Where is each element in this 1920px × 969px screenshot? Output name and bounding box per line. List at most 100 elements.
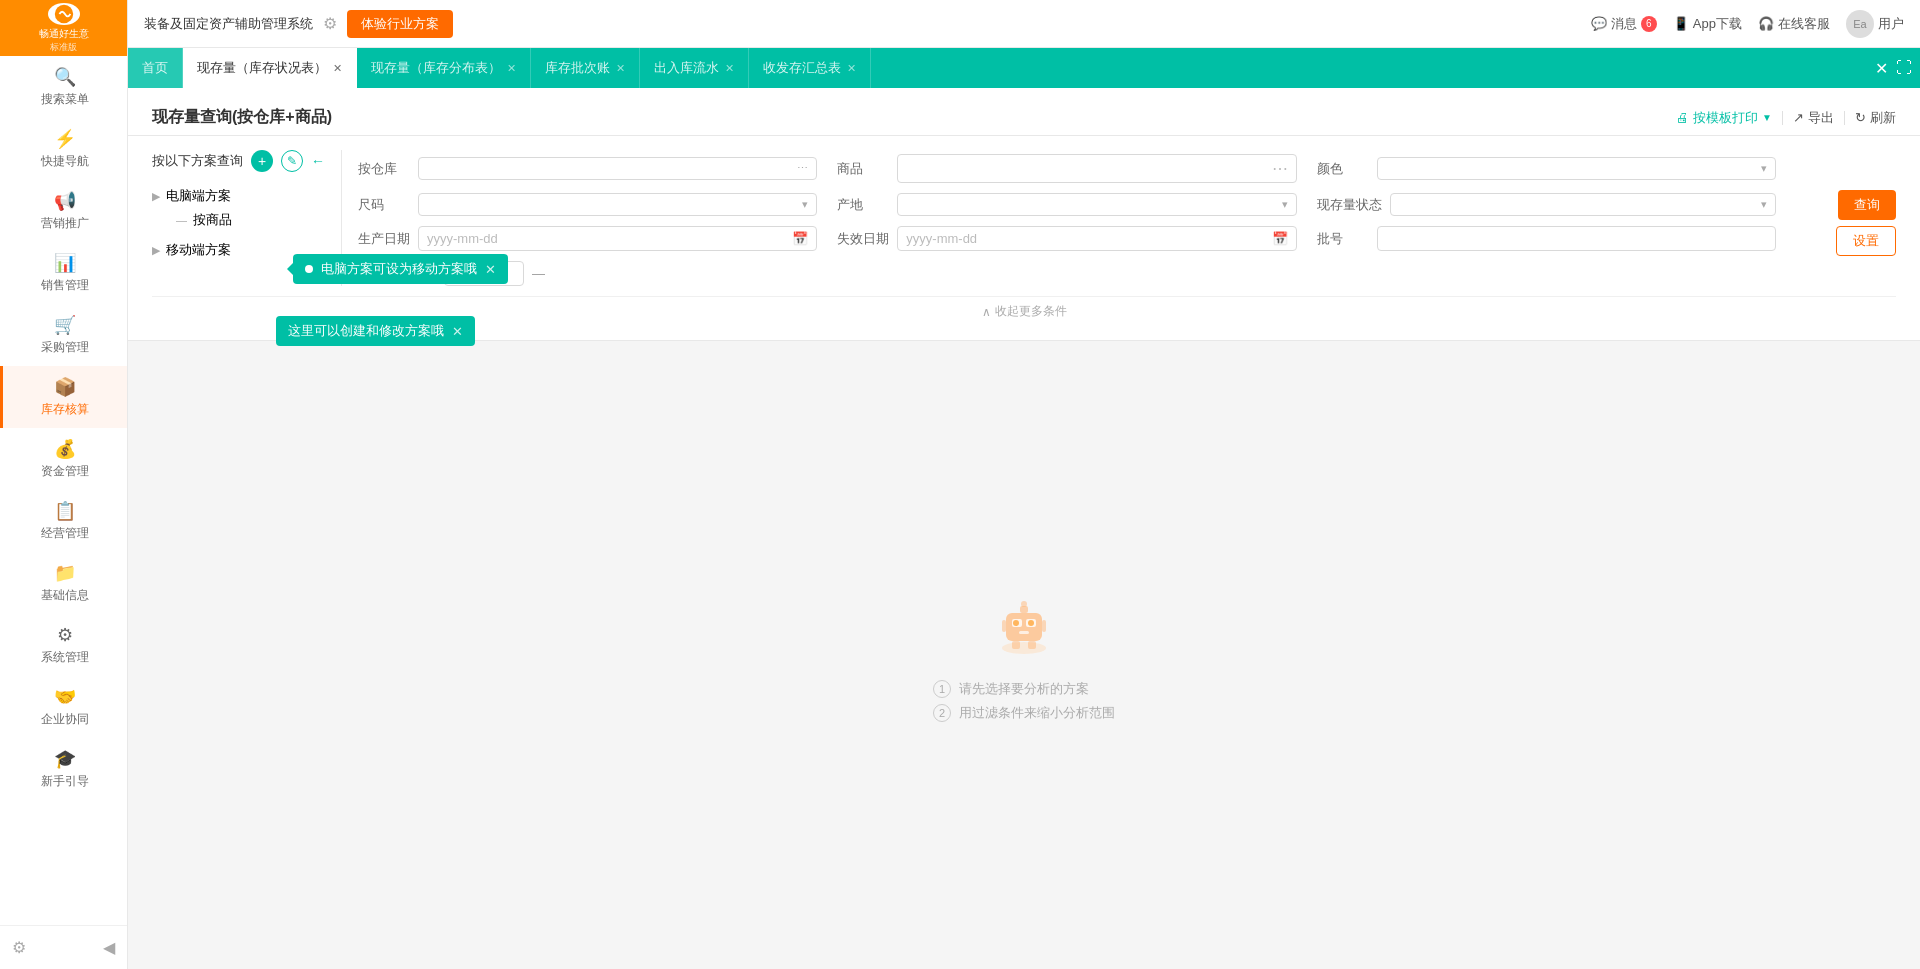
search-button[interactable]: 查询 bbox=[1838, 190, 1896, 220]
filter-row-size: 尺码 ▾ bbox=[358, 193, 817, 216]
svg-point-9 bbox=[1021, 601, 1027, 607]
svg-rect-7 bbox=[1019, 631, 1029, 634]
size-select[interactable]: ▾ bbox=[418, 193, 817, 216]
batch-input[interactable] bbox=[1377, 226, 1776, 251]
sidebar-item-label: 新手引导 bbox=[41, 773, 89, 790]
sidebar-item-guide[interactable]: 🎓 新手引导 bbox=[0, 738, 127, 800]
tab-recv-send[interactable]: 收发存汇总表 ✕ bbox=[749, 48, 871, 88]
online-support-item[interactable]: 🎧 在线客服 bbox=[1758, 15, 1830, 33]
print-icon: 🖨 bbox=[1676, 110, 1689, 125]
avatar-text: Ea bbox=[1853, 18, 1866, 30]
sidebar-item-sales[interactable]: 📊 销售管理 bbox=[0, 242, 127, 304]
tab-inout-flow[interactable]: 出入库流水 ✕ bbox=[640, 48, 749, 88]
collapse-sidebar-icon[interactable]: ◀ bbox=[103, 938, 115, 957]
filter-row-exp-date: 失效日期 yyyy-mm-dd 📅 bbox=[837, 226, 1296, 251]
user-item[interactable]: Ea 用户 bbox=[1846, 10, 1904, 38]
scheme-arrow-icon[interactable]: ← bbox=[311, 153, 325, 169]
refresh-button[interactable]: ↻ 刷新 bbox=[1855, 109, 1896, 127]
guide-icon: 🎓 bbox=[54, 748, 76, 770]
edit-scheme-button[interactable]: ✎ bbox=[281, 150, 303, 172]
tooltip-edit-close[interactable]: ✕ bbox=[452, 324, 463, 339]
stock-status-arrow-icon: ▾ bbox=[1761, 198, 1767, 211]
sidebar-item-search[interactable]: 🔍 搜索菜单 bbox=[0, 56, 127, 118]
tab-stock-status-close[interactable]: ✕ bbox=[333, 62, 342, 75]
tooltip-pc-dot bbox=[305, 265, 313, 273]
svg-rect-2 bbox=[1006, 613, 1042, 641]
basic-icon: 📁 bbox=[54, 562, 76, 584]
tooltip-edit: 这里可以创建和修改方案哦 ✕ bbox=[276, 316, 475, 346]
tip-num-2: 2 bbox=[933, 704, 951, 722]
exp-date-input[interactable]: yyyy-mm-dd 📅 bbox=[897, 226, 1296, 251]
tooltip-pc: 电脑方案可设为移动方案哦 ✕ bbox=[293, 254, 508, 284]
system-icon: ⚙ bbox=[57, 624, 73, 646]
tab-recv-send-close[interactable]: ✕ bbox=[847, 62, 856, 75]
goods-select[interactable]: ⋯ bbox=[897, 154, 1296, 183]
print-button[interactable]: 🖨 按模板打印 ▼ bbox=[1676, 109, 1772, 127]
tab-inout-flow-label: 出入库流水 bbox=[654, 59, 719, 77]
exp-date-placeholder: yyyy-mm-dd bbox=[906, 231, 977, 246]
scheme-mobile-label: 移动端方案 bbox=[166, 241, 231, 259]
scheme-pc-child-label: 按商品 bbox=[193, 211, 232, 229]
app-download-item[interactable]: 📱 App下载 bbox=[1673, 15, 1742, 33]
sidebar-item-marketing[interactable]: 📢 营销推广 bbox=[0, 180, 127, 242]
filter-row-goods: 商品 ⋯ bbox=[837, 154, 1296, 183]
app-download-label: App下载 bbox=[1693, 15, 1742, 33]
tab-home-label: 首页 bbox=[142, 59, 168, 77]
add-scheme-button[interactable]: + bbox=[251, 150, 273, 172]
tab-stock-dist-label: 现存量（库存分布表） bbox=[371, 59, 501, 77]
sidebar-item-basic[interactable]: 📁 基础信息 bbox=[0, 552, 127, 614]
warehouse-select[interactable]: ⋯ bbox=[418, 157, 817, 180]
sidebar-item-system[interactable]: ⚙ 系统管理 bbox=[0, 614, 127, 676]
tabbar-actions: ✕ ⛶ bbox=[1867, 48, 1920, 88]
prod-date-placeholder: yyyy-mm-dd bbox=[427, 231, 498, 246]
scheme-pc-item[interactable]: ▶ 电脑端方案 bbox=[152, 184, 329, 208]
refresh-label: 刷新 bbox=[1870, 109, 1896, 127]
tabbar: 首页 现存量（库存状况表） ✕ 现存量（库存分布表） ✕ 库存批次账 ✕ 出入库… bbox=[128, 48, 1920, 88]
inventory-icon: 📦 bbox=[54, 376, 76, 398]
tab-inout-flow-close[interactable]: ✕ bbox=[725, 62, 734, 75]
operations-icon: 📋 bbox=[54, 500, 76, 522]
tab-close-all-icon[interactable]: ✕ bbox=[1875, 59, 1888, 78]
scheme-tree: ▶ 电脑端方案 — 按商品 ▶ 移动端方案 bbox=[152, 184, 329, 262]
tab-stock-dist-close[interactable]: ✕ bbox=[507, 62, 516, 75]
tab-home[interactable]: 首页 bbox=[128, 48, 183, 88]
scheme-pc-arrow[interactable]: ▶ bbox=[152, 190, 160, 203]
sales-icon: 📊 bbox=[54, 252, 76, 274]
user-label: 用户 bbox=[1878, 15, 1904, 33]
tab-batch-ledger[interactable]: 库存批次账 ✕ bbox=[531, 48, 640, 88]
sidebar-item-purchase[interactable]: 🛒 采购管理 bbox=[0, 304, 127, 366]
empty-illustration bbox=[984, 588, 1064, 668]
export-button[interactable]: ↗ 导出 bbox=[1793, 109, 1834, 127]
origin-select[interactable]: ▾ bbox=[897, 193, 1296, 216]
prod-date-input[interactable]: yyyy-mm-dd 📅 bbox=[418, 226, 817, 251]
tip-text-2: 用过滤条件来缩小分析范围 bbox=[959, 704, 1115, 722]
tab-batch-ledger-close[interactable]: ✕ bbox=[616, 62, 625, 75]
topbar-right: 💬 消息 6 📱 App下载 🎧 在线客服 Ea 用户 bbox=[1591, 10, 1904, 38]
exp-date-calendar-icon: 📅 bbox=[1272, 231, 1288, 246]
sidebar-item-operations[interactable]: 📋 经营管理 bbox=[0, 490, 127, 552]
topbar-left: 装备及固定资产辅助管理系统 ⚙ 体验行业方案 bbox=[144, 10, 453, 38]
stock-status-label: 现存量状态 bbox=[1317, 196, 1382, 214]
sidebar-nav: 🔍 搜索菜单 ⚡ 快捷导航 📢 营销推广 📊 销售管理 🛒 采购管理 📦 库存核… bbox=[0, 56, 127, 925]
filter-row-warehouse: 按仓库 ⋯ bbox=[358, 154, 817, 183]
prod-date-calendar-icon: 📅 bbox=[792, 231, 808, 246]
solution-button[interactable]: 体验行业方案 bbox=[347, 10, 453, 38]
reset-button[interactable]: 设置 bbox=[1836, 226, 1896, 256]
tab-fullscreen-icon[interactable]: ⛶ bbox=[1896, 59, 1912, 77]
phone-icon: 📱 bbox=[1673, 16, 1689, 31]
tooltip-pc-close[interactable]: ✕ bbox=[485, 262, 496, 277]
tab-stock-status[interactable]: 现存量（库存状况表） ✕ bbox=[183, 48, 357, 88]
scheme-pc-child-1[interactable]: — 按商品 bbox=[172, 208, 329, 232]
filter-area: 按以下方案查询 + ✎ ← ▶ 电脑端方案 — 按商品 bbox=[128, 136, 1920, 341]
sidebar-item-finance[interactable]: 💰 资金管理 bbox=[0, 428, 127, 490]
sidebar-item-cooperation[interactable]: 🤝 企业协同 bbox=[0, 676, 127, 738]
color-select[interactable]: ▾ bbox=[1377, 157, 1776, 180]
stock-status-select[interactable]: ▾ bbox=[1390, 193, 1776, 216]
topbar-settings-icon[interactable]: ⚙ bbox=[323, 14, 337, 33]
settings-footer-icon[interactable]: ⚙ bbox=[12, 938, 26, 957]
scheme-mobile-arrow[interactable]: ▶ bbox=[152, 244, 160, 257]
sidebar-item-quick-nav[interactable]: ⚡ 快捷导航 bbox=[0, 118, 127, 180]
tab-stock-dist[interactable]: 现存量（库存分布表） ✕ bbox=[357, 48, 531, 88]
notification-item[interactable]: 💬 消息 6 bbox=[1591, 15, 1657, 33]
sidebar-item-inventory[interactable]: 📦 库存核算 bbox=[0, 366, 127, 428]
